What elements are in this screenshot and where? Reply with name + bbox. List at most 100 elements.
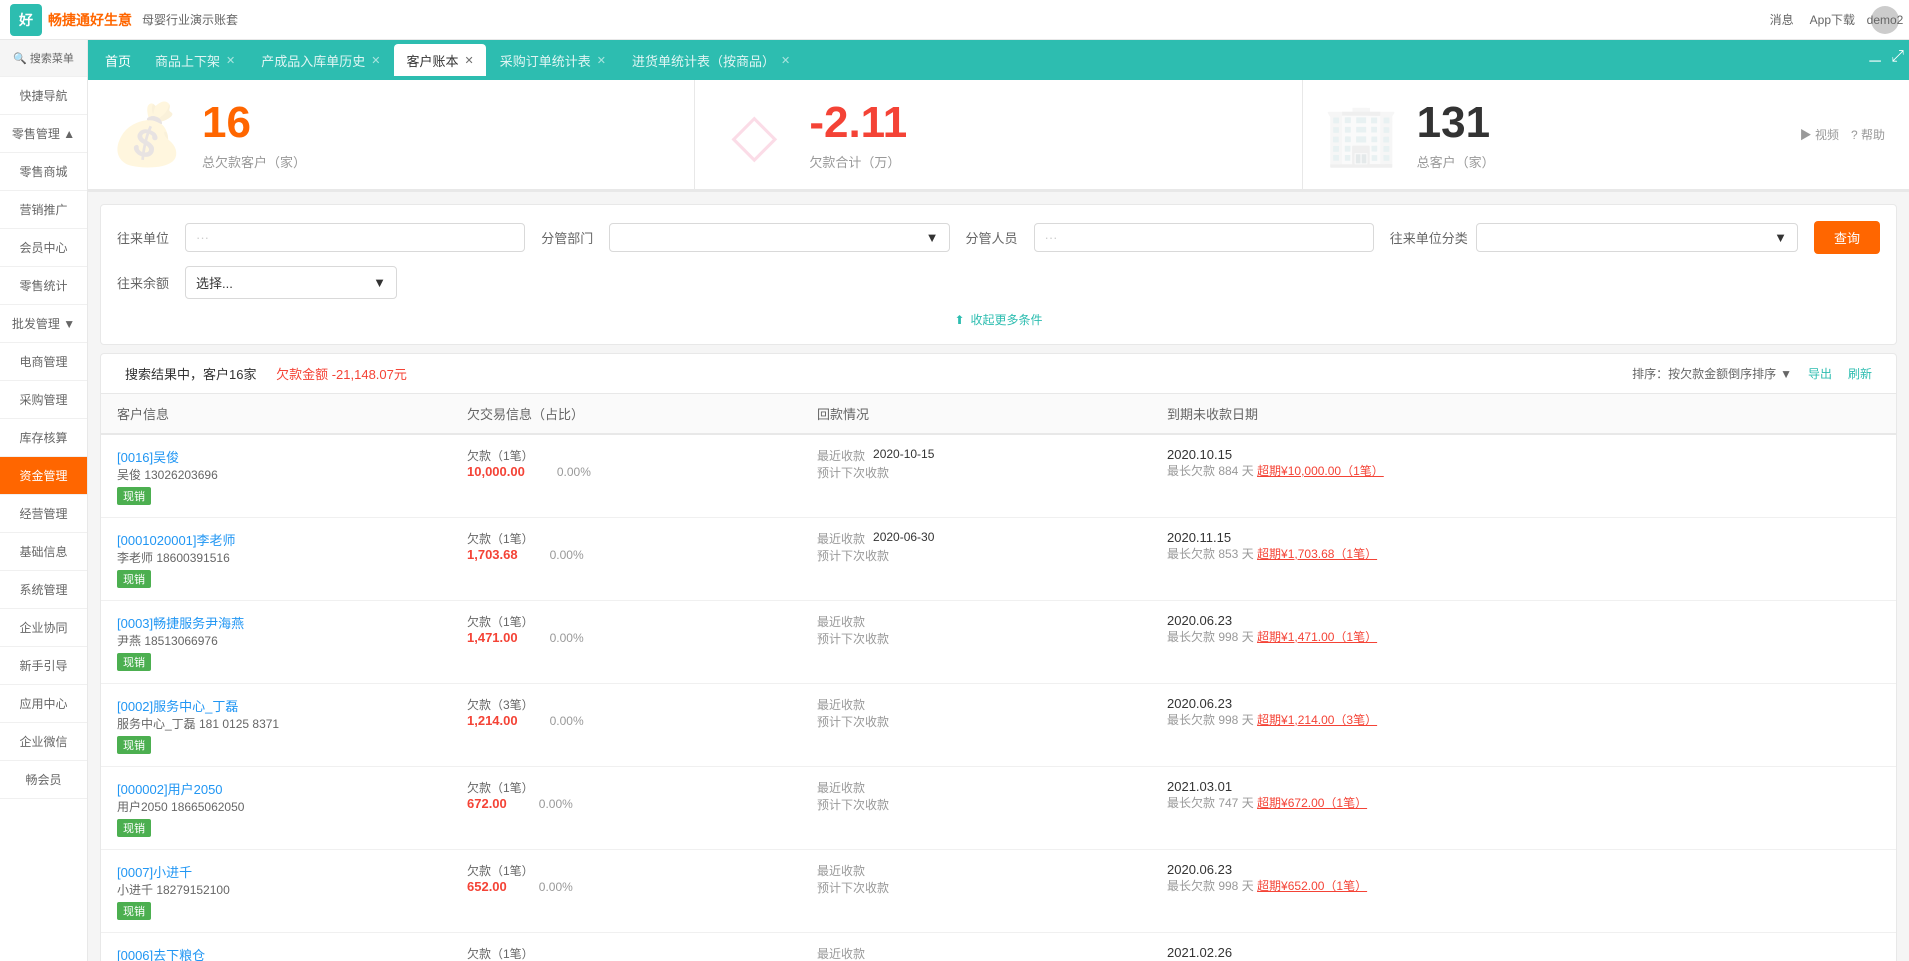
balance-label: 往来余额 xyxy=(117,273,177,292)
sidebar-item-guide[interactable]: 新手引导 xyxy=(0,647,87,685)
overdue-amount-link[interactable]: 超期¥1,703.68（1笔） xyxy=(1257,547,1377,561)
tab-close-inbound-stats[interactable]: ✕ xyxy=(781,54,790,67)
top-bar: 好 畅捷通好生意 母婴行业演示账套 消息 App下载 demo2 xyxy=(0,0,1909,40)
sidebar-item-batch-mgmt[interactable]: 批发管理 ▼ xyxy=(0,305,87,343)
debt-info-cell: 欠款（1笔） 455.90 0.00% xyxy=(467,945,817,961)
customer-phone: 用户2050 18665062050 xyxy=(117,798,467,815)
collect-info-cell: 最近收款 预计下次收款 xyxy=(817,862,1167,896)
sidebar-search[interactable]: 🔍 搜索菜单 xyxy=(0,40,87,77)
tab-maximize-btn[interactable]: ⤢ xyxy=(1891,48,1904,72)
overdue-amount-link[interactable]: 超期¥672.00（1笔） xyxy=(1257,796,1367,810)
customer-tag: 现销 xyxy=(117,487,151,505)
dept-label: 分管部门 xyxy=(541,228,601,247)
message-btn[interactable]: 消息 xyxy=(1770,11,1794,28)
manager-input[interactable]: ··· xyxy=(1034,223,1374,252)
debt-info-cell: 欠款（1笔） 672.00 0.00% xyxy=(467,779,817,811)
sidebar-item-inventory[interactable]: 库存核算 xyxy=(0,419,87,457)
customer-name-link[interactable]: [0007]小进千 xyxy=(117,865,192,880)
filter-manager: 分管人员 ··· xyxy=(966,223,1374,252)
sidebar-item-operations[interactable]: 经营管理 xyxy=(0,495,87,533)
tab-customer-account[interactable]: 客户账本 ✕ xyxy=(394,44,485,76)
sidebar-item-member[interactable]: 畅会员 xyxy=(0,761,87,799)
stat-icon-customers: 🏢 xyxy=(1327,100,1397,170)
stats-bar: 💰 16 总欠款客户（家） ◇ -2.11 欠款合计（万） xyxy=(88,80,1909,192)
customer-info-cell: [0016]吴俊 吴俊 13026203696 现销 xyxy=(117,447,467,505)
sidebar-item-quick-nav[interactable]: 快捷导航 xyxy=(0,77,87,115)
refresh-btn[interactable]: 刷新 xyxy=(1848,365,1872,382)
sidebar-item-basic-info[interactable]: 基础信息 xyxy=(0,533,87,571)
sidebar-item-member-center[interactable]: 会员中心 xyxy=(0,229,87,267)
table-row: [0001020001]李老师 李老师 18600391516 现销 欠款（1笔… xyxy=(101,518,1896,601)
export-btn[interactable]: 导出 xyxy=(1808,365,1832,382)
result-actions: 排序：按欠款金额倒序排序 ▼ 导出 刷新 xyxy=(1632,365,1872,382)
collapse-row[interactable]: ⬆ 收起更多条件 xyxy=(117,311,1880,328)
th-collect-info: 回款情况 xyxy=(817,404,1167,423)
filter-from-unit: 往来单位 ··· xyxy=(117,223,525,252)
sidebar-item-marketing[interactable]: 营销推广 xyxy=(0,191,87,229)
help-btn[interactable]: ? 帮助 xyxy=(1851,126,1885,143)
sidebar-item-system[interactable]: 系统管理 xyxy=(0,571,87,609)
overdue-amount-link[interactable]: 超期¥1,214.00（3笔） xyxy=(1257,713,1377,727)
customer-name-link[interactable]: [0001020001]李老师 xyxy=(117,533,236,548)
from-unit-input[interactable]: ··· xyxy=(185,223,525,252)
dept-select[interactable]: ▼ xyxy=(609,223,949,252)
customer-name-link[interactable]: [000002]用户2050 xyxy=(117,782,223,797)
overdue-amount-link[interactable]: 超期¥1,471.00（1笔） xyxy=(1257,630,1377,644)
sidebar-item-ecommerce[interactable]: 电商管理 xyxy=(0,343,87,381)
filter-row-2: 往来余额 选择... ▼ xyxy=(117,266,1880,299)
overdue-amount-link[interactable]: 超期¥10,000.00（1笔） xyxy=(1257,464,1384,478)
customer-name-link[interactable]: [0003]畅捷服务尹海燕 xyxy=(117,616,244,631)
stat-icon-money: 💰 xyxy=(112,100,182,170)
due-date-cell: 2020.06.23 最长欠款 998 天 超期¥1,471.00（1笔） xyxy=(1167,613,1880,645)
sidebar-item-app-center[interactable]: 应用中心 xyxy=(0,685,87,723)
sort-control[interactable]: 排序：按欠款金额倒序排序 ▼ xyxy=(1632,365,1792,382)
customer-name-link[interactable]: [0006]去下粮仓 xyxy=(117,948,205,961)
overdue-amount-link[interactable]: 超期¥652.00（1笔） xyxy=(1257,879,1367,893)
unit-type-label: 往来单位分类 xyxy=(1390,228,1468,247)
sidebar-item-capital[interactable]: 资金管理 xyxy=(0,457,87,495)
customer-name-link[interactable]: [0002]服务中心_丁磊 xyxy=(117,699,238,714)
debt-info-cell: 欠款（1笔） 1,703.68 0.00% xyxy=(467,530,817,562)
avatar[interactable]: demo2 xyxy=(1871,6,1899,34)
customer-info-cell: [0002]服务中心_丁磊 服务中心_丁磊 181 0125 8371 现销 xyxy=(117,696,467,754)
tab-bar-end: － ⤢ xyxy=(1867,48,1904,72)
table-row: [0006]去下粮仓 陈小希 现销 欠款（1笔） 455.90 0.00% xyxy=(101,933,1896,961)
app-download-btn[interactable]: App下载 xyxy=(1810,11,1855,28)
customer-phone: 服务中心_丁磊 181 0125 8371 xyxy=(117,715,467,732)
tab-home[interactable]: 首页 xyxy=(93,51,143,70)
filter-unit-type: 往来单位分类 ▼ xyxy=(1390,223,1798,252)
content-area: 首页 商品上下架 ✕ 产成品入库单历史 ✕ 客户账本 ✕ 采购订单统计表 ✕ xyxy=(88,40,1909,961)
stat-card-total-customers: 🏢 131 总客户（家） ▶ 视频 ? 帮助 xyxy=(1303,80,1909,189)
customer-tag: 现销 xyxy=(117,653,151,671)
tab-product-history[interactable]: 产成品入库单历史 ✕ xyxy=(249,44,392,76)
tab-close-customer-account[interactable]: ✕ xyxy=(465,54,474,67)
unit-type-select[interactable]: ▼ xyxy=(1476,223,1798,252)
filter-row-1: 往来单位 ··· 分管部门 ▼ xyxy=(117,221,1880,254)
sidebar-item-enterprise-wx[interactable]: 企业微信 xyxy=(0,723,87,761)
sidebar-item-purchase-mgmt[interactable]: 采购管理 xyxy=(0,381,87,419)
debt-info-cell: 欠款（3笔） 1,214.00 0.00% xyxy=(467,696,817,728)
sidebar-item-retail-mall[interactable]: 零售商城 xyxy=(0,153,87,191)
balance-select[interactable]: 选择... ▼ xyxy=(185,266,397,299)
sidebar-item-retail-stats[interactable]: 零售统计 xyxy=(0,267,87,305)
tab-minimize-btn[interactable]: － xyxy=(1867,48,1883,72)
stat-label-debt-total: 欠款合计（万） xyxy=(809,152,907,171)
tab-product-shelf[interactable]: 商品上下架 ✕ xyxy=(143,44,247,76)
tab-close-product-history[interactable]: ✕ xyxy=(371,54,380,67)
sidebar-item-retail-mgmt[interactable]: 零售管理 ▲ xyxy=(0,115,87,153)
due-date-cell: 2020.10.15 最长欠款 884 天 超期¥10,000.00（1笔） xyxy=(1167,447,1880,479)
tab-purchase-stats[interactable]: 采购订单统计表 ✕ xyxy=(488,44,618,76)
query-button[interactable]: 查询 xyxy=(1814,221,1880,254)
tab-close-product-shelf[interactable]: ✕ xyxy=(226,54,235,67)
debt-info-cell: 欠款（1笔） 652.00 0.00% xyxy=(467,862,817,894)
table-row: [0003]畅捷服务尹海燕 尹燕 18513066976 现销 欠款（1笔） 1… xyxy=(101,601,1896,684)
customer-info-cell: [0007]小进千 小进千 18279152100 现销 xyxy=(117,862,467,920)
tab-inbound-stats[interactable]: 进货单统计表（按商品） ✕ xyxy=(620,44,802,76)
video-btn[interactable]: ▶ 视频 xyxy=(1800,126,1839,143)
filter-dept: 分管部门 ▼ xyxy=(541,223,949,252)
tab-close-purchase-stats[interactable]: ✕ xyxy=(597,54,606,67)
th-due-date: 到期未收款日期 xyxy=(1167,404,1880,423)
sidebar-item-enterprise-collab[interactable]: 企业协同 xyxy=(0,609,87,647)
th-customer-info: 客户信息 xyxy=(117,404,467,423)
customer-name-link[interactable]: [0016]吴俊 xyxy=(117,450,179,465)
